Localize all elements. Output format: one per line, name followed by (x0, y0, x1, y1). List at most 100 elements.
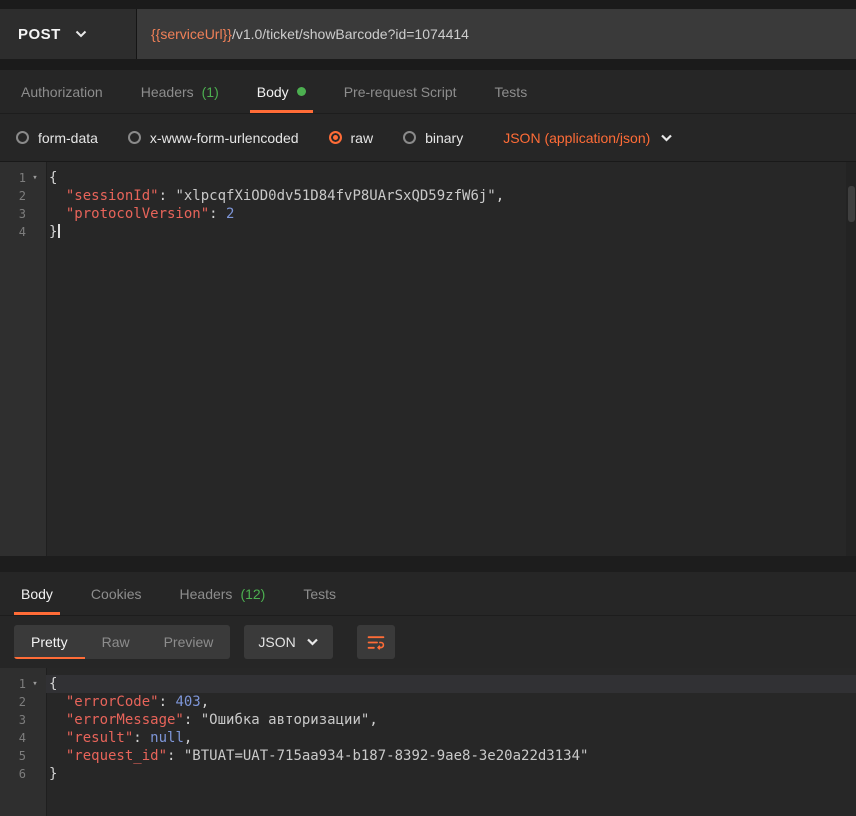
view-pretty-button[interactable]: Pretty (14, 625, 85, 659)
line-gutter: 4 (0, 729, 46, 747)
request-tabs: Authorization Headers (1) Body Pre-reque… (0, 70, 856, 114)
code-line: 2 "errorCode": 403, (0, 693, 856, 711)
view-label: Raw (101, 634, 130, 650)
line-number: 5 (18, 749, 26, 763)
line-gutter: 2 (0, 693, 46, 711)
view-label: Preview (163, 634, 214, 650)
response-code-lines: 1 ▾{2 "errorCode": 403, 3 "errorMessage": … (0, 675, 856, 783)
tab-authorization[interactable]: Authorization (2, 70, 122, 113)
code-line: 6} (0, 765, 856, 783)
radio-icon (403, 131, 417, 144)
code-line: 1 ▾{ (0, 169, 856, 187)
response-toolbar: Pretty Raw Preview JSON (0, 616, 856, 668)
scrollbar-thumb[interactable] (848, 186, 855, 222)
view-preview-button[interactable]: Preview (147, 625, 231, 659)
radio-selected-icon (328, 131, 342, 144)
tab-label: Authorization (21, 83, 103, 100)
method-select[interactable]: POST (0, 9, 137, 59)
url-input[interactable]: {{serviceUrl}}/v1.0/ticket/showBarcode?i… (137, 9, 856, 59)
code-line: 3 "protocolVersion": 2 (0, 205, 856, 223)
tab-tests[interactable]: Tests (476, 70, 547, 113)
code-text: { (49, 170, 58, 186)
radio-form-data[interactable]: form-data (16, 130, 98, 146)
content-type-select[interactable]: JSON (application/json) (503, 130, 673, 146)
radio-raw[interactable]: raw (328, 129, 374, 146)
tab-headers[interactable]: Headers (1) (122, 70, 238, 113)
tab-label: Body (256, 83, 289, 100)
fold-caret-icon[interactable]: ▾ (26, 169, 44, 187)
headers-count-badge: (12) (240, 585, 266, 602)
radio-label: raw (350, 129, 374, 146)
wrap-lines-button[interactable] (356, 625, 395, 659)
response-format-select[interactable]: JSON (244, 625, 333, 659)
pane-splitter[interactable] (0, 556, 856, 572)
request-url-bar: POST {{serviceUrl}}/v1.0/ticket/showBarc… (0, 0, 856, 70)
line-gutter: 4 (0, 223, 46, 241)
tab-label: Tests (303, 585, 337, 602)
code-text: "request_id": "BTUAT=UAT-715aa934-b187-8… (65, 748, 589, 764)
line-gutter: 3 (0, 711, 46, 729)
tab-label: Body (21, 585, 53, 602)
code-line: 4 "result": null, (0, 729, 856, 747)
response-body-editor[interactable]: 1 ▾{2 "errorCode": 403, 3 "errorMessage": … (0, 668, 856, 816)
view-label: Pretty (31, 634, 68, 650)
code-text: "errorCode": 403, (65, 694, 210, 710)
radio-binary[interactable]: binary (403, 130, 463, 146)
code-line: 4} (0, 223, 856, 241)
chevron-down-icon (75, 30, 87, 38)
code-text: "errorMessage": "Ошибка авторизации", (65, 712, 378, 728)
line-number: 4 (18, 731, 26, 745)
request-body-editor[interactable]: 1 ▾{2 "sessionId": "xlpcqfXiOD0dv51D84fvP… (0, 162, 856, 556)
line-gutter: 2 (0, 187, 46, 205)
fold-caret-icon[interactable]: ▾ (26, 675, 44, 693)
tab-label: Headers (179, 585, 233, 602)
code-text: } (46, 223, 856, 241)
tab-cookies[interactable]: Cookies (72, 572, 161, 615)
chevron-down-icon (661, 134, 673, 142)
request-row: POST {{serviceUrl}}/v1.0/ticket/showBarc… (0, 9, 856, 59)
line-number: 3 (18, 713, 26, 727)
line-gutter: 5 (0, 747, 46, 765)
code-line: 2 "sessionId": "xlpcqfXiOD0dv51D84fvP8UA… (0, 187, 856, 205)
code-text: "sessionId": "xlpcqfXiOD0dv51D84fvP8UArS… (65, 188, 505, 204)
radio-label: form-data (38, 129, 98, 146)
tab-pre-request-script[interactable]: Pre-request Script (325, 70, 476, 113)
request-code-lines: 1 ▾{2 "sessionId": "xlpcqfXiOD0dv51D84fvP… (0, 169, 856, 241)
method-label: POST (18, 25, 61, 43)
code-text: { (46, 675, 856, 693)
line-number: 1 (18, 677, 26, 691)
headers-count-badge: (1) (201, 83, 219, 100)
tab-response-tests[interactable]: Tests (284, 572, 355, 615)
chevron-down-icon (306, 638, 318, 646)
radio-x-www-form-urlencoded[interactable]: x-www-form-urlencoded (127, 129, 299, 146)
tab-response-headers[interactable]: Headers (12) (161, 572, 285, 615)
tab-label: Tests (494, 83, 528, 100)
tab-response-body[interactable]: Body (2, 572, 72, 615)
code-text: "protocolVersion": 2 (65, 206, 235, 222)
text-cursor (58, 224, 61, 238)
tab-body[interactable]: Body (238, 70, 325, 113)
radio-icon (16, 131, 29, 144)
postman-app: POST {{serviceUrl}}/v1.0/ticket/showBarc… (0, 0, 856, 816)
line-number: 2 (18, 189, 26, 203)
body-type-row: form-data x-www-form-urlencoded raw bina… (0, 114, 856, 162)
radio-label: x-www-form-urlencoded (149, 129, 299, 146)
tab-label: Pre-request Script (343, 83, 457, 100)
wrap-lines-icon (367, 635, 385, 650)
scrollbar-track[interactable] (846, 162, 856, 556)
line-gutter: 1 ▾ (0, 169, 46, 187)
view-raw-button[interactable]: Raw (85, 625, 147, 659)
code-line: 3 "errorMessage": "Ошибка авторизации", (0, 711, 856, 729)
line-number: 1 (18, 171, 26, 185)
green-dot-icon (296, 87, 306, 96)
code-line: 5 "request_id": "BTUAT=UAT-715aa934-b187… (0, 747, 856, 765)
radio-label: binary (425, 129, 464, 146)
response-view-switcher: Pretty Raw Preview (14, 625, 231, 659)
code-line: 1 ▾{ (0, 675, 856, 693)
